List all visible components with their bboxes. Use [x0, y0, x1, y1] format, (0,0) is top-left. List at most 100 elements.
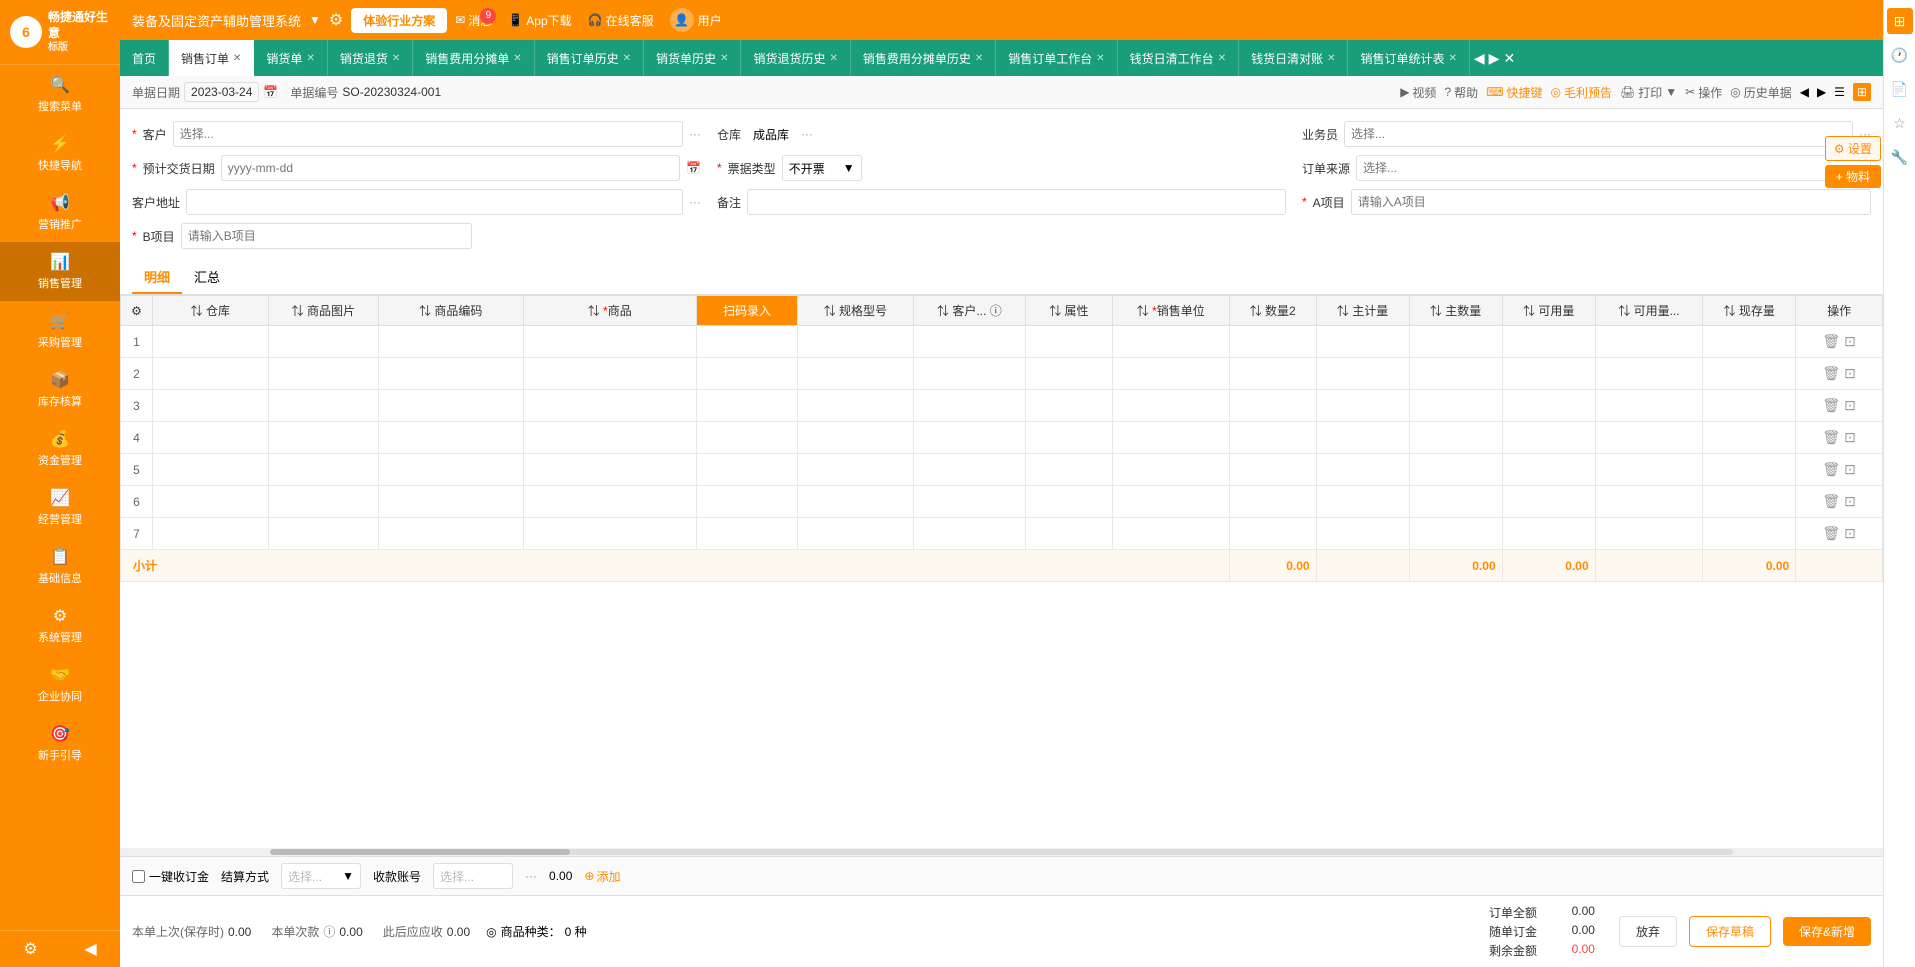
col-image[interactable]: ⇅ 商品图片 — [268, 296, 378, 326]
col-product[interactable]: ⇅ *商品 — [523, 296, 696, 326]
sidebar-item-system[interactable]: ⚙ 系统管理 — [0, 596, 120, 655]
col-avail2[interactable]: ⇅ 可用量... — [1595, 296, 1702, 326]
sidebar-item-inventory[interactable]: 📦 库存核算 — [0, 360, 120, 419]
row-qty2-4[interactable] — [1229, 422, 1316, 454]
row-main-qty-6[interactable] — [1409, 486, 1502, 518]
a-project-input[interactable] — [1351, 189, 1871, 215]
row-code-7[interactable] — [378, 518, 523, 550]
row-main-unit-6[interactable] — [1316, 486, 1409, 518]
save-new-button[interactable]: 保存&新增 — [1783, 917, 1871, 946]
tab-order-stats[interactable]: 销售订单统计表 ✕ — [1348, 40, 1469, 76]
grid-view-icon[interactable]: ⊞ — [1853, 83, 1871, 101]
row-main-qty-7[interactable] — [1409, 518, 1502, 550]
row-stock-7[interactable] — [1703, 518, 1796, 550]
tab-close-stats[interactable]: ✕ — [1449, 53, 1457, 64]
user-menu[interactable]: 👤 用户 — [670, 8, 722, 32]
row-code-3[interactable] — [378, 390, 523, 422]
row-spec-2[interactable] — [798, 358, 914, 390]
tab-menu-arrow[interactable]: ✕ — [1503, 50, 1515, 67]
row-qty2-7[interactable] — [1229, 518, 1316, 550]
row-code-4[interactable] — [378, 422, 523, 454]
sidebar-item-search[interactable]: 🔍 搜索菜单 — [0, 65, 120, 124]
row-warehouse-3[interactable] — [153, 390, 269, 422]
row-image-7[interactable] — [268, 518, 378, 550]
discard-button[interactable]: 放弃 — [1619, 916, 1677, 947]
sidebar-item-basic-info[interactable]: 📋 基础信息 — [0, 537, 120, 596]
row-main-qty-2[interactable] — [1409, 358, 1502, 390]
row-qty2-3[interactable] — [1229, 390, 1316, 422]
row-attr-7[interactable] — [1026, 518, 1113, 550]
row-main-unit-2[interactable] — [1316, 358, 1409, 390]
col-qty2[interactable]: ⇅ 数量2 — [1229, 296, 1316, 326]
row-avail2-7[interactable] — [1595, 518, 1702, 550]
sidebar-item-purchase[interactable]: 🛒 采购管理 — [0, 301, 120, 360]
tab-prev-arrow[interactable]: ◀ — [1474, 50, 1485, 67]
row-attr-1[interactable] — [1026, 326, 1113, 358]
row-image-5[interactable] — [268, 454, 378, 486]
row-code-5[interactable] — [378, 454, 523, 486]
customer-input[interactable] — [173, 121, 683, 147]
history-btn[interactable]: ◎ 历史单据 — [1730, 84, 1792, 101]
row-unit-7[interactable] — [1112, 518, 1229, 550]
warehouse-ellipsis-btn[interactable]: ··· — [801, 127, 813, 141]
row-image-6[interactable] — [268, 486, 378, 518]
row-unit-6[interactable] — [1112, 486, 1229, 518]
row-main-qty-1[interactable] — [1409, 326, 1502, 358]
order-source-input[interactable] — [1356, 155, 1871, 181]
delete-icon-6[interactable]: 🗑 — [1822, 493, 1840, 510]
row-product-7[interactable] — [523, 518, 696, 550]
row-qty2-1[interactable] — [1229, 326, 1316, 358]
col-code[interactable]: ⇅ 商品编码 — [378, 296, 523, 326]
prev-record-icon[interactable]: ◀ — [1800, 85, 1809, 99]
print-btn[interactable]: 🖨 打印 ▼ — [1620, 84, 1677, 101]
copy-icon-2[interactable]: ⊡ — [1844, 365, 1856, 382]
tab-close-reconcile[interactable]: ✕ — [1327, 53, 1335, 64]
help-btn[interactable]: ? 帮助 — [1444, 84, 1478, 101]
delivery-input[interactable] — [221, 155, 680, 181]
solution-button[interactable]: 体验行业方案 — [351, 8, 447, 33]
copy-icon-3[interactable]: ⊡ — [1844, 397, 1856, 414]
row-image-3[interactable] — [268, 390, 378, 422]
row-avail-7[interactable] — [1502, 518, 1595, 550]
row-avail-2[interactable] — [1502, 358, 1595, 390]
row-image-4[interactable] — [268, 422, 378, 454]
col-warehouse[interactable]: ⇅ 仓库 — [153, 296, 269, 326]
profit-btn[interactable]: ◎ 毛利预告 — [1550, 84, 1612, 101]
row-product-5[interactable] — [523, 454, 696, 486]
row-qty2-6[interactable] — [1229, 486, 1316, 518]
row-customer-code-6[interactable] — [913, 486, 1025, 518]
sidebar-item-quick-nav[interactable]: ⚡ 快捷导航 — [0, 124, 120, 183]
tab-daily-workbench[interactable]: 钱货日清工作台 ✕ — [1118, 40, 1239, 76]
tab-home[interactable]: 首页 — [120, 40, 169, 76]
col-scan[interactable]: 扫码录入 — [696, 296, 797, 326]
save-draft-button[interactable]: 保存草稿 — [1689, 916, 1771, 947]
sidebar-item-guide[interactable]: 🎯 新手引导 — [0, 714, 120, 773]
row-warehouse-2[interactable] — [153, 358, 269, 390]
row-customer-code-1[interactable] — [913, 326, 1025, 358]
row-unit-5[interactable] — [1112, 454, 1229, 486]
tab-return-history[interactable]: 销货退货历史 ✕ — [741, 40, 850, 76]
row-main-qty-4[interactable] — [1409, 422, 1502, 454]
row-image-2[interactable] — [268, 358, 378, 390]
row-avail-1[interactable] — [1502, 326, 1595, 358]
copy-icon-7[interactable]: ⊡ — [1844, 525, 1856, 542]
tab-sales-expense[interactable]: 销售费用分摊单 ✕ — [413, 40, 534, 76]
tab-next-arrow[interactable]: ▶ — [1489, 50, 1500, 67]
row-warehouse-1[interactable] — [153, 326, 269, 358]
collapse-icon[interactable]: ◀ — [84, 939, 96, 959]
tab-expense-history[interactable]: 销售费用分摊单历史 ✕ — [851, 40, 996, 76]
tab-sales-order[interactable]: 销售订单 ✕ — [169, 40, 254, 76]
calendar-icon[interactable]: 📅 — [263, 85, 278, 99]
address-input[interactable] — [186, 189, 683, 215]
delivery-calendar-icon[interactable]: 📅 — [686, 161, 701, 175]
row-customer-code-7[interactable] — [913, 518, 1025, 550]
delete-icon-2[interactable]: 🗑 — [1822, 365, 1840, 382]
row-main-unit-7[interactable] — [1316, 518, 1409, 550]
address-ellipsis-btn[interactable]: ··· — [689, 195, 701, 209]
copy-icon-5[interactable]: ⊡ — [1844, 461, 1856, 478]
app-download-link[interactable]: 📱 App下载 — [508, 12, 571, 29]
col-stock[interactable]: ⇅ 现存量 — [1703, 296, 1796, 326]
right-icon-document[interactable]: 📄 — [1887, 76, 1913, 102]
row-unit-2[interactable] — [1112, 358, 1229, 390]
copy-icon-1[interactable]: ⊡ — [1844, 333, 1856, 350]
